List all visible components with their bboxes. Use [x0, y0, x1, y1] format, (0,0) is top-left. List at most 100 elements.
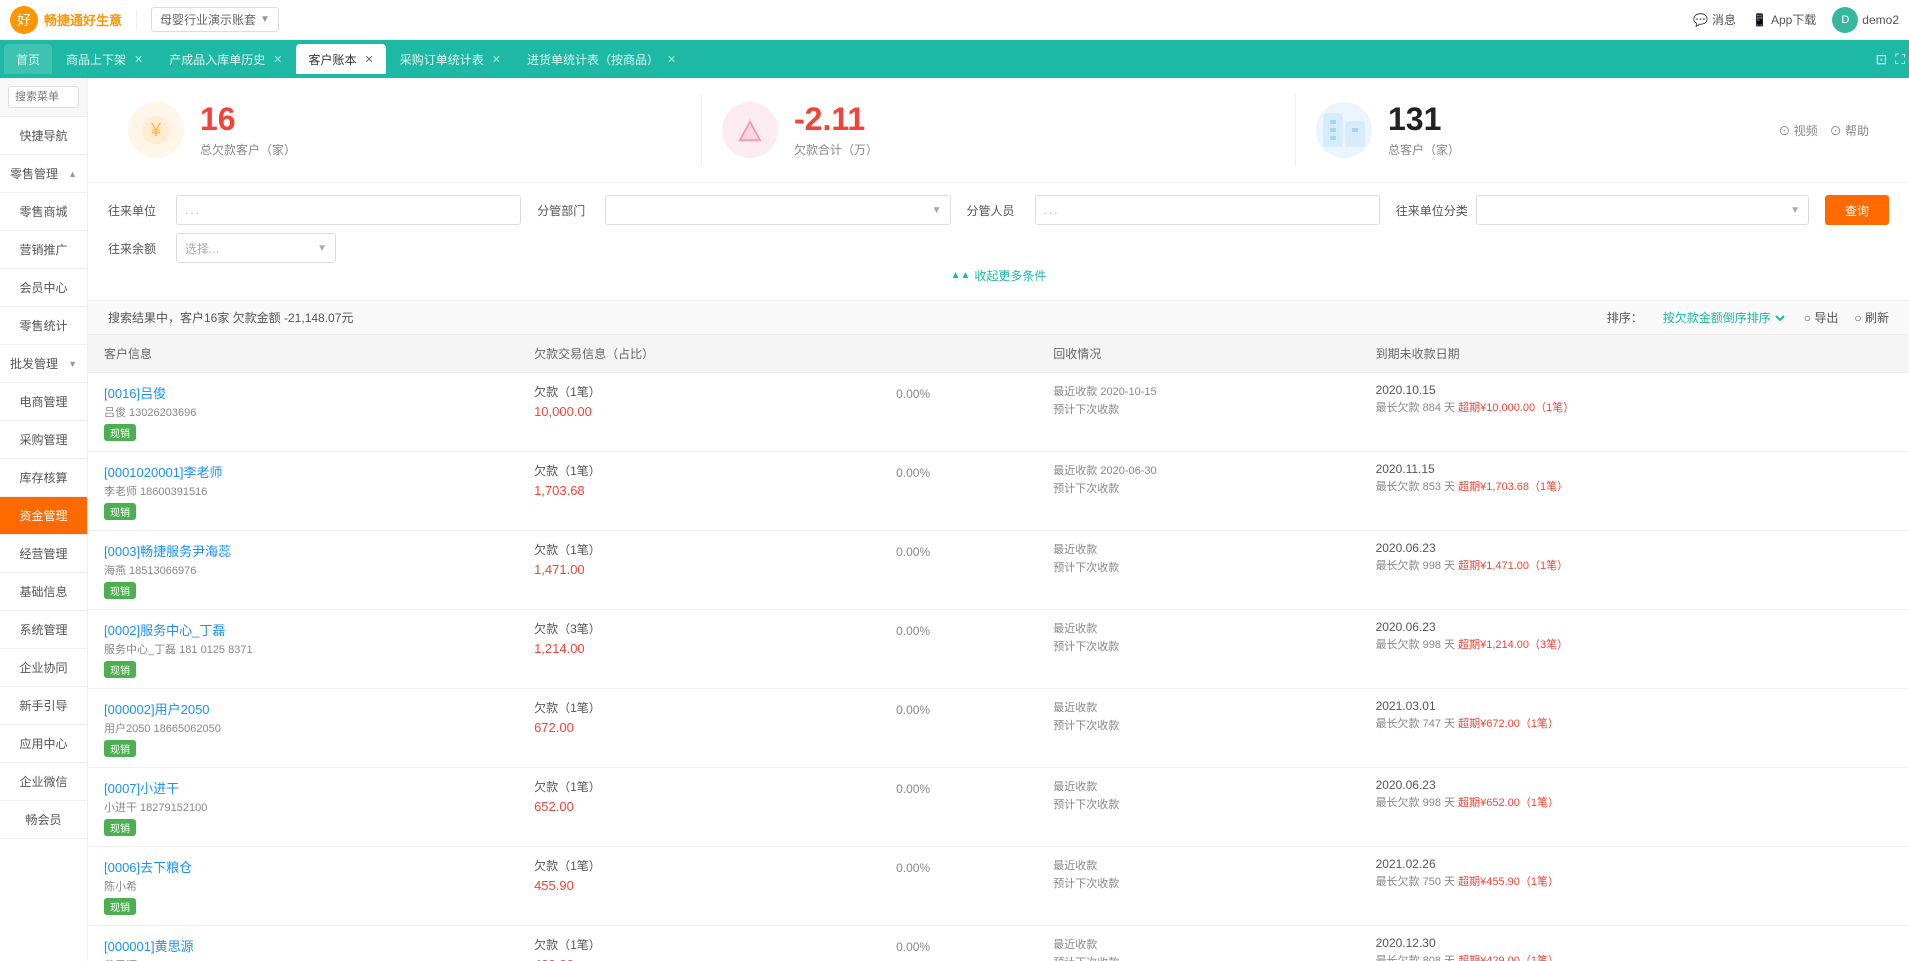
customer-name-link[interactable]: [0016]吕俊 — [104, 386, 166, 401]
customer-name-link[interactable]: [0001020001]李老师 — [104, 465, 223, 480]
debt-pct: 0.00% — [896, 861, 1021, 875]
last-collection: 最近收款 — [1053, 936, 1343, 952]
window-restore-icon[interactable]: ⊡ — [1875, 51, 1887, 68]
customer-name-link[interactable]: [000001]黄思源 — [104, 939, 194, 954]
user-profile[interactable]: D demo2 — [1832, 7, 1899, 33]
cell-customer-info: [0002]服务中心_丁磊 服务中心_丁磊 181 0125 8371 现销 — [88, 610, 518, 689]
sidebar-item-label: 经营管理 — [19, 547, 67, 561]
sidebar-item-retail-mgmt[interactable]: 零售管理 ▲ — [0, 155, 87, 193]
sidebar-item-ecommerce[interactable]: 电商管理 — [0, 383, 87, 421]
sidebar-item-purchase[interactable]: 采购管理 — [0, 421, 87, 459]
next-collection: 预计下次收款 — [1053, 875, 1343, 891]
cell-due-date: 2020.06.23 最长欠款 998 天 超期¥652.00（1笔） — [1360, 768, 1909, 847]
tab-home[interactable]: 首页 — [4, 44, 52, 74]
cell-customer-info: [0007]小进干 小进干 18279152100 现销 — [88, 768, 518, 847]
customer-name-link[interactable]: [0007]小进干 — [104, 781, 179, 796]
from-unit-input[interactable]: ... — [176, 195, 521, 225]
search-input[interactable] — [8, 86, 79, 108]
person-label: 分管人员 — [967, 202, 1027, 219]
sidebar-item-label: 企业协同 — [19, 661, 67, 675]
overdue-link[interactable]: 超期¥10,000.00（1笔） — [1458, 402, 1574, 414]
company-name: 母婴行业演示账套 — [160, 11, 256, 28]
dept-select[interactable]: ▼ — [605, 195, 950, 225]
overdue-link[interactable]: 超期¥429.00（1笔） — [1458, 955, 1559, 961]
sidebar-item-wechat[interactable]: 企业微信 — [0, 763, 87, 801]
tab-products[interactable]: 商品上下架 ✕ — [54, 44, 155, 74]
tab-close-customer-account[interactable]: ✕ — [365, 53, 374, 66]
due-date: 2020.12.30 — [1376, 936, 1893, 950]
export-button[interactable]: ○ 导出 — [1804, 309, 1839, 326]
tab-close-products[interactable]: ✕ — [134, 53, 143, 66]
balance-select[interactable]: 选择... ▼ — [176, 233, 336, 263]
window-expand-icon[interactable]: ⛶ — [1895, 51, 1905, 68]
debt-pct: 0.00% — [896, 387, 1021, 401]
tab-customer-account[interactable]: 客户账本 ✕ — [296, 44, 385, 74]
customer-name-link[interactable]: [0003]畅捷服务尹海蕊 — [104, 544, 231, 559]
export-icon: ○ — [1804, 311, 1811, 325]
overdue-days: 最长欠款 998 天 超期¥652.00（1笔） — [1376, 794, 1893, 810]
table-row: [0002]服务中心_丁磊 服务中心_丁磊 181 0125 8371 现销 欠… — [88, 610, 1909, 689]
sidebar-item-basic-info[interactable]: 基础信息 — [0, 573, 87, 611]
collapse-more-btn[interactable]: ▲▲ 收起更多条件 — [108, 263, 1889, 288]
debt-pct: 0.00% — [896, 624, 1021, 638]
customer-name-link[interactable]: [000002]用户2050 — [104, 702, 210, 717]
customer-tag: 现销 — [104, 424, 136, 441]
table-row: [0016]吕俊 吕俊 13026203696 现销 欠款（1笔） 10,000… — [88, 373, 1909, 452]
sidebar-item-member[interactable]: 会员中心 — [0, 269, 87, 307]
chevron-down-icon: ▼ — [317, 243, 327, 254]
due-date: 2020.06.23 — [1376, 541, 1893, 555]
sidebar-item-membership[interactable]: 畅会员 — [0, 801, 87, 839]
overdue-link[interactable]: 超期¥652.00（1笔） — [1458, 797, 1559, 809]
chevron-down-icon: ▼ — [932, 205, 942, 216]
message-button[interactable]: 💬 消息 — [1693, 11, 1736, 28]
sidebar-item-retail-store[interactable]: 零售商城 — [0, 193, 87, 231]
search-button[interactable]: 查询 — [1825, 195, 1889, 225]
sidebar-item-finance[interactable]: 资金管理 — [0, 497, 87, 535]
overdue-link[interactable]: 超期¥1,214.00（3笔） — [1458, 639, 1568, 651]
sidebar-item-operation[interactable]: 经营管理 — [0, 535, 87, 573]
customer-debt-table: 客户信息 欠款交易信息（占比） 回收情况 到期未收款日期 [0016]吕俊 吕俊… — [88, 335, 1909, 961]
sort-select[interactable]: 按欠款金额倒序排序 — [1659, 310, 1788, 326]
tab-inventory-stat[interactable]: 进货单统计表（按商品） ✕ — [515, 44, 688, 74]
tab-production[interactable]: 产成品入库单历史 ✕ — [157, 44, 294, 74]
debt-amount: 672.00 — [534, 720, 864, 735]
sidebar-item-marketing[interactable]: 营销推广 — [0, 231, 87, 269]
summary-card3-actions: ⊙ 视频 ⊙ 帮助 — [1778, 122, 1869, 139]
overdue-link[interactable]: 超期¥1,471.00（1笔） — [1458, 560, 1568, 572]
tab-close-purchase-order[interactable]: ✕ — [492, 53, 501, 66]
overdue-link[interactable]: 超期¥455.90（1笔） — [1458, 876, 1559, 888]
sidebar-item-quick-nav[interactable]: 快捷导航 — [0, 117, 87, 155]
sidebar-item-enterprise[interactable]: 企业协同 — [0, 649, 87, 687]
company-selector[interactable]: 母婴行业演示账套 ▼ — [151, 7, 279, 32]
sidebar-item-batch-mgmt[interactable]: 批发管理 ▼ — [0, 345, 87, 383]
cell-debt-pct: 0.00% — [880, 452, 1037, 531]
sidebar-item-label: 新手引导 — [19, 699, 67, 713]
sidebar-item-retail-stat[interactable]: 零售统计 — [0, 307, 87, 345]
cell-collection: 最近收款 预计下次收款 — [1037, 531, 1359, 610]
due-date: 2020.11.15 — [1376, 462, 1893, 476]
customer-name-link[interactable]: [0002]服务中心_丁磊 — [104, 623, 225, 638]
tab-close-inventory-stat[interactable]: ✕ — [667, 53, 676, 66]
customer-name-link[interactable]: [0006]去下粮仓 — [104, 860, 192, 875]
tab-purchase-order[interactable]: 采购订单统计表 ✕ — [388, 44, 513, 74]
next-collection: 预计下次收款 — [1053, 401, 1343, 417]
tab-close-production[interactable]: ✕ — [273, 53, 282, 66]
help-action[interactable]: ⊙ 帮助 — [1830, 122, 1869, 139]
refresh-button[interactable]: ○ 刷新 — [1854, 309, 1889, 326]
app-download-button[interactable]: 📱 App下载 — [1752, 11, 1816, 28]
debt-customers-number: 16 — [200, 102, 296, 137]
sidebar-item-newbie[interactable]: 新手引导 — [0, 687, 87, 725]
overdue-link[interactable]: 超期¥672.00（1笔） — [1458, 718, 1559, 730]
table-row: [0006]去下粮仓 陈小希 现销 欠款（1笔） 455.90 0.00% 最近… — [88, 847, 1909, 926]
unit-category-select[interactable]: ▼ — [1476, 195, 1809, 225]
sidebar-item-app-center[interactable]: 应用中心 — [0, 725, 87, 763]
sidebar-item-inventory[interactable]: 库存核算 — [0, 459, 87, 497]
cell-collection: 最近收款 预计下次收款 — [1037, 610, 1359, 689]
overdue-link[interactable]: 超期¥1,703.68（1笔） — [1458, 481, 1568, 493]
last-collection: 最近收款 — [1053, 778, 1343, 794]
video-action[interactable]: ⊙ 视频 — [1778, 122, 1817, 139]
sidebar-item-system[interactable]: 系统管理 — [0, 611, 87, 649]
sidebar-item-label: 应用中心 — [19, 737, 67, 751]
person-input[interactable]: ... — [1035, 195, 1380, 225]
cell-debt-pct: 0.00% — [880, 373, 1037, 452]
